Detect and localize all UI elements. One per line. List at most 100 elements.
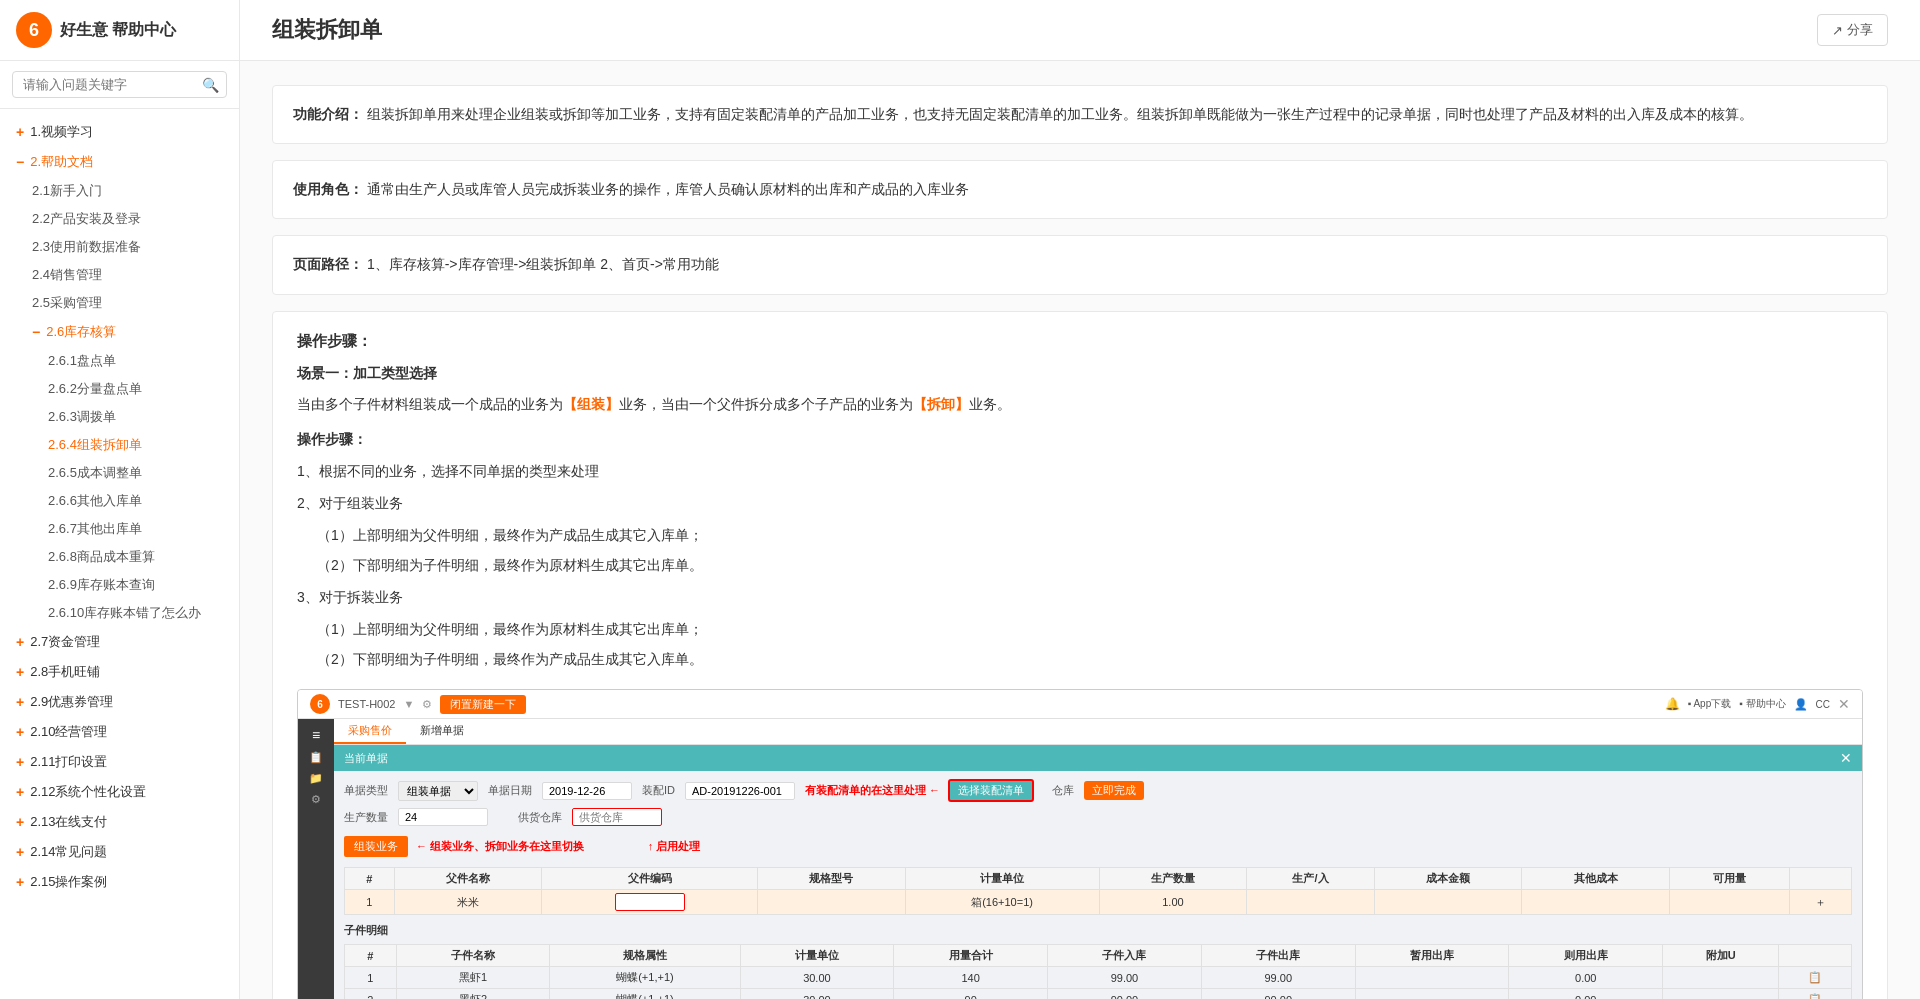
sidebar-item-inventory[interactable]: − 2.6库存核算	[0, 317, 239, 347]
path-block: 页面路径： 1、库存核算->库存管理->组装拆卸单 2、首页->常用功能	[272, 235, 1888, 294]
cell-child-out-r1: 99.00	[1201, 967, 1355, 989]
tab-new-doc[interactable]: 新增单据	[406, 719, 478, 744]
share-button[interactable]: ↗ 分享	[1817, 14, 1888, 46]
share-icon: ↗	[1832, 23, 1843, 38]
tab-purchase-price[interactable]: 采购售价	[334, 719, 406, 744]
sidebar-label-payment: 2.13在线支付	[30, 813, 107, 831]
step3-sub2: （2）下部明细为子件明细，最终作为产成品生成其它入库单。	[317, 645, 1863, 673]
app-topbar: 6 TEST-H002 ▼ ⚙ 闭置新建一下 🔔 ▪ App下载 ▪ 帮助中心 …	[298, 690, 1862, 719]
parent-table-body: 1 米米 箱(16+10=1) 1.00	[345, 890, 1852, 915]
col-produce-qty: 生产数量	[1099, 868, 1247, 890]
cell-child-unit-r2: 30.00	[740, 989, 894, 999]
col-spec: 规格型号	[757, 868, 905, 890]
sidebar-item-stocktake[interactable]: 2.6.1盘点单	[0, 347, 239, 375]
sidebar-item-customize[interactable]: + 2.12系统个性化设置	[0, 777, 239, 807]
search-box[interactable]: 🔍	[0, 61, 239, 109]
sidebar-item-inventory-query[interactable]: 2.6.9库存账本查询	[0, 571, 239, 599]
col-child-unit: 计量单位	[740, 945, 894, 967]
user-icon: 👤	[1794, 698, 1808, 711]
sidebar-item-help-docs[interactable]: − 2.帮助文档	[0, 147, 239, 177]
form-row-1: 单据类型 组装单据 拆卸单据 单据日期 装配ID	[344, 779, 1852, 802]
sidebar-item-faq[interactable]: + 2.14常见问题	[0, 837, 239, 867]
parent-code-input[interactable]	[615, 893, 685, 911]
cell-child-in-r2: 90.00	[1048, 989, 1202, 999]
bell-icon: 🔔	[1665, 697, 1680, 711]
cell-available	[1670, 890, 1789, 915]
col-child-spec: 规格属性	[550, 945, 740, 967]
sidebar-item-mobile[interactable]: + 2.8手机旺铺	[0, 657, 239, 687]
new-document-button[interactable]: 闭置新建一下	[440, 695, 526, 714]
cell-child-name-r2: 黑虾2	[396, 989, 550, 999]
section-header-close[interactable]: ✕	[1840, 750, 1852, 766]
sidebar-item-cases[interactable]: + 2.15操作案例	[0, 867, 239, 897]
cell-other-cost	[1522, 890, 1670, 915]
sidebar-item-inventory-fix[interactable]: 2.6.10库存账本错了怎么办	[0, 599, 239, 627]
expand-icon-faq: +	[16, 844, 24, 860]
select-assembly-button[interactable]: 选择装配清单	[948, 779, 1034, 802]
cell-unit: 箱(16+10=1)	[905, 890, 1099, 915]
app-sidebar: ≡ 📋 📁 ⚙	[298, 719, 334, 999]
step3: 3、对于拆装业务	[297, 583, 1863, 611]
table-row: 1 米米 箱(16+10=1) 1.00	[345, 890, 1852, 915]
sidebar-item-print[interactable]: + 2.11打印设置	[0, 747, 239, 777]
cell-temp-out-r1	[1355, 967, 1509, 989]
app-sidebar-icon2: 📋	[309, 751, 323, 764]
window-close-button[interactable]: ✕	[1838, 696, 1850, 712]
form-select-type[interactable]: 组装单据 拆卸单据	[398, 781, 478, 801]
user-text: CC	[1816, 699, 1830, 710]
sidebar-item-assembly[interactable]: 2.6.4组装拆卸单	[0, 431, 239, 459]
ops-steps-label2: 操作步骤：	[297, 431, 1863, 449]
form-label-type: 单据类型	[344, 783, 388, 798]
sidebar-item-beginner[interactable]: 2.1新手入门	[0, 177, 239, 205]
sidebar-header: 6 好生意 帮助中心	[0, 0, 239, 61]
sidebar-item-coupon[interactable]: + 2.9优惠券管理	[0, 687, 239, 717]
form-input-id[interactable]	[685, 782, 795, 800]
page-title: 组装拆卸单	[272, 15, 382, 45]
col-parent-code: 父件编码	[542, 868, 757, 890]
expand-icon-finance: +	[16, 634, 24, 650]
table-row: 2 黑虾2 蝴蝶(+1,+1) 30.00 90 90.00 90.00 0.	[345, 989, 1852, 999]
col-used-out: 则用出库	[1509, 945, 1663, 967]
sidebar-item-payment[interactable]: + 2.13在线支付	[0, 807, 239, 837]
col-temp-out: 暂用出库	[1355, 945, 1509, 967]
annotation-text-3: ↑ 启用处理	[648, 840, 701, 852]
form-label-warehouse2: 供货仓库	[518, 810, 562, 825]
expand-icon-print: +	[16, 754, 24, 770]
intro-label: 功能介绍：	[293, 106, 363, 122]
form-label-count: 生产数量	[344, 810, 388, 825]
step2-sub2: （2）下部明细为子件明细，最终作为原材料生成其它出库单。	[317, 551, 1863, 579]
sidebar-item-sales[interactable]: 2.4销售管理	[0, 261, 239, 289]
sidebar-item-cost-adjust[interactable]: 2.6.5成本调整单	[0, 459, 239, 487]
cell-temp-out-r2	[1355, 989, 1509, 999]
sidebar-item-video[interactable]: + 1.视频学习	[0, 117, 239, 147]
assembly-type-toggle[interactable]: 组装业务	[344, 836, 408, 857]
sidebar-item-purchase[interactable]: 2.5采购管理	[0, 289, 239, 317]
form-input-count[interactable]	[398, 808, 488, 826]
sidebar-item-sub-stocktake[interactable]: 2.6.2分量盘点单	[0, 375, 239, 403]
child-table-header: # 子件名称 规格属性 计量单位 用量合计 子件入库 子件出库 暂用出库 则用出	[345, 945, 1852, 967]
form-input-date[interactable]	[542, 782, 632, 800]
sidebar-item-other-in[interactable]: 2.6.6其他入库单	[0, 487, 239, 515]
search-icon[interactable]: 🔍	[202, 77, 219, 93]
form-input-warehouse[interactable]	[572, 808, 662, 826]
sidebar-label-print: 2.11打印设置	[30, 753, 107, 771]
collapse-icon: −	[16, 154, 24, 170]
submit-button[interactable]: 立即完成	[1084, 781, 1144, 800]
sidebar-item-data-prep[interactable]: 2.3使用前数据准备	[0, 233, 239, 261]
cell-child-in-r1: 99.00	[1048, 967, 1202, 989]
sidebar-item-ops[interactable]: + 2.10经营管理	[0, 717, 239, 747]
sidebar-item-cost-recalc[interactable]: 2.6.8商品成本重算	[0, 543, 239, 571]
search-input[interactable]	[12, 71, 227, 98]
sidebar: 6 好生意 帮助中心 🔍 + 1.视频学习 − 2.帮助文档 2.1新手入门 2…	[0, 0, 240, 999]
sidebar-label-coupon: 2.9优惠券管理	[30, 693, 113, 711]
sidebar-item-finance[interactable]: + 2.7资金管理	[0, 627, 239, 657]
col-parent-name: 父件名称	[394, 868, 542, 890]
sidebar-item-transfer[interactable]: 2.6.3调拨单	[0, 403, 239, 431]
cell-cost-amt	[1374, 890, 1522, 915]
sidebar-item-install[interactable]: 2.2产品安装及登录	[0, 205, 239, 233]
annotation-text-2: ← 组装业务、拆卸业务在这里切换	[416, 840, 584, 852]
help-icon: ▪ 帮助中心	[1739, 697, 1785, 711]
app-sidebar-icon3: 📁	[309, 772, 323, 785]
ops-label: 操作步骤：	[297, 332, 1863, 351]
sidebar-item-other-out[interactable]: 2.6.7其他出库单	[0, 515, 239, 543]
